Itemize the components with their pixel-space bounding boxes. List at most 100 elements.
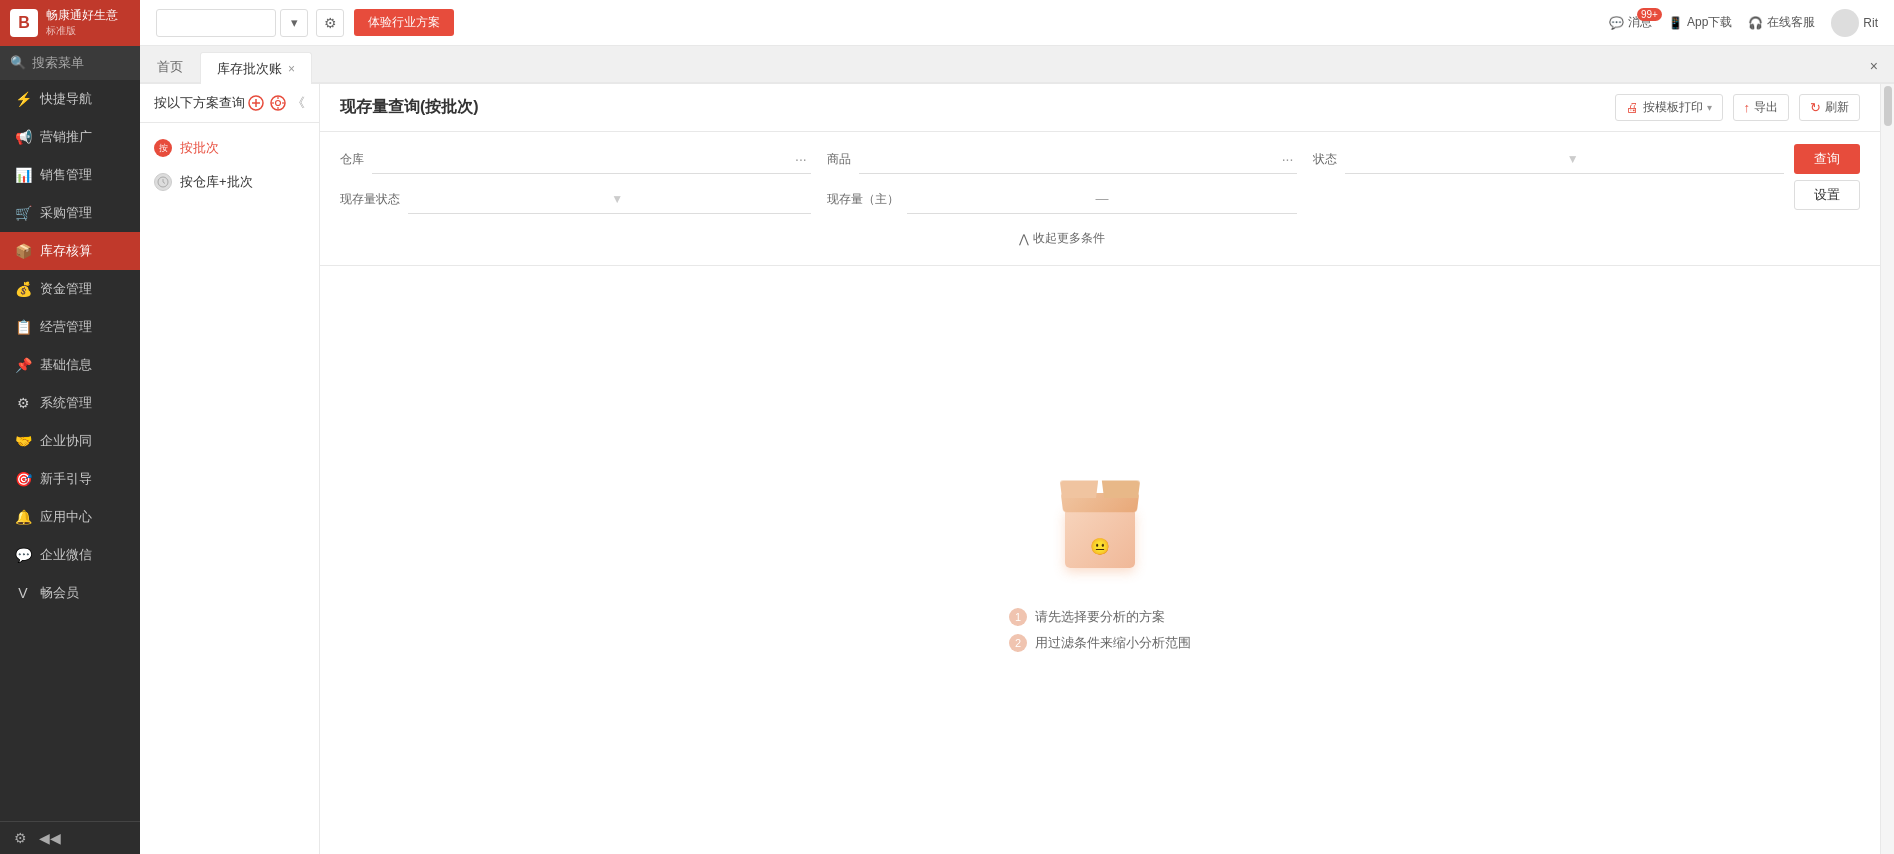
system-icon: ⚙ [14,394,32,412]
empty-state: 😐 1 请先选择要分析的方案 [320,266,1880,854]
sidebar-item-wechat[interactable]: 💬 企业微信 [0,536,140,574]
refresh-icon: ↻ [1810,100,1821,115]
sidebar-item-system[interactable]: ⚙ 系统管理 [0,384,140,422]
clock-icon [157,176,169,188]
hint-num-2: 2 [1009,634,1027,652]
left-panel-title: 按以下方案查询 [154,94,245,112]
by-warehouse-batch-icon [154,173,172,191]
range-separator: — [1096,191,1109,206]
print-btn[interactable]: 🖨 按模板打印 ▾ [1615,94,1723,121]
sidebar-item-label: 畅会员 [40,584,79,602]
empty-illustration: 😐 [1040,468,1160,588]
tab-close-icon[interactable]: × [288,62,295,76]
sidebar-item-guide[interactable]: 🎯 新手引导 [0,460,140,498]
status-label: 状态 [1313,151,1337,168]
sidebar-item-sales[interactable]: 📊 销售管理 [0,156,140,194]
export-btn[interactable]: ↑ 导出 [1733,94,1790,121]
experience-btn[interactable]: 体验行业方案 [354,9,454,36]
user-name: Rit [1863,16,1878,30]
sidebar-item-label: 基础信息 [40,356,92,374]
quick-nav-icon: ⚡ [14,90,32,108]
warehouse-input[interactable] [372,152,791,166]
sidebar-item-enterprise[interactable]: 🤝 企业协同 [0,422,140,460]
filter-warehouse: 仓库 ··· [340,144,811,174]
sidebar-item-quick-nav[interactable]: ⚡ 快捷导航 [0,80,140,118]
tab-batch-account[interactable]: 库存批次账 × [200,52,312,84]
export-label: 导出 [1754,99,1778,116]
product-input[interactable] [859,152,1278,166]
sidebar-item-label: 快捷导航 [40,90,92,108]
tab-close-right[interactable]: × [1854,50,1894,82]
plus-icon [248,95,264,111]
collapse-sidebar-icon[interactable]: ◀◀ [39,830,61,846]
sidebar-item-label: 库存核算 [40,242,92,260]
scheme-settings-btn[interactable] [270,95,286,111]
stock-qty-range: — [907,184,1298,214]
refresh-btn[interactable]: ↻ 刷新 [1799,94,1860,121]
sidebar-search[interactable]: 🔍 搜索菜单 [0,46,140,80]
warehouse-dots[interactable]: ··· [791,151,811,167]
left-panel-actions: 《 [248,94,305,112]
query-btn[interactable]: 查询 [1794,144,1860,174]
app-download-item[interactable]: 📱 App下载 [1668,14,1732,31]
collapse-more-btn[interactable]: ⋀ 收起更多条件 [340,224,1784,253]
warehouse-input-group: ··· [372,144,811,174]
left-panel-header: 按以下方案查询 [140,84,319,123]
topbar-dropdown-btn[interactable]: ▾ [280,9,308,37]
stock-qty-min-input[interactable] [915,192,1088,206]
user-avatar [1831,9,1859,37]
search-label: 搜索菜单 [32,54,84,72]
filter-stock-status: 现存量状态 ▼ [340,184,811,214]
topbar-right: 💬 消息 99+ 📱 App下载 🎧 在线客服 Rit [1609,9,1878,37]
add-scheme-btn[interactable] [248,95,264,111]
purchase-icon: 🛒 [14,204,32,222]
tab-home[interactable]: 首页 [140,50,200,82]
stock-qty-max-input[interactable] [1117,192,1290,206]
settings-bottom-icon[interactable]: ⚙ [14,830,27,846]
topbar-search-group: ▾ [156,9,308,37]
sidebar-item-purchase[interactable]: 🛒 采购管理 [0,194,140,232]
headset-icon: 🎧 [1748,16,1763,30]
stock-status-select[interactable]: ▼ [408,184,811,214]
sidebar-item-member[interactable]: V 畅会员 [0,574,140,612]
print-icon: 🖨 [1626,100,1639,115]
sidebar-item-label: 企业协同 [40,432,92,450]
product-dots[interactable]: ··· [1278,151,1298,167]
status-chevron-icon: ▼ [1567,152,1776,166]
query-settings-btns: 查询 设置 [1794,144,1860,210]
page-title: 现存量查询(按批次) [340,97,479,118]
member-icon: V [14,584,32,602]
by-batch-icon: 按 [154,139,172,157]
sidebar-item-inventory[interactable]: 📦 库存核算 [0,232,140,270]
sidebar-item-marketing[interactable]: 📢 营销推广 [0,118,140,156]
user-item[interactable]: Rit [1831,9,1878,37]
message-item[interactable]: 💬 消息 99+ [1609,14,1652,31]
empty-text: 1 请先选择要分析的方案 2 用过滤条件来缩小分析范围 [1009,608,1191,652]
message-icon: 💬 [1609,16,1624,30]
collapse-panel-btn[interactable]: 《 [292,94,305,112]
sidebar-item-basic-info[interactable]: 📌 基础信息 [0,346,140,384]
app-download-label: App下载 [1687,14,1732,31]
filter-row-2: 现存量状态 ▼ 现存量（主） [340,184,1784,214]
sidebar-item-label: 应用中心 [40,508,92,526]
settings-btn[interactable]: 设置 [1794,180,1860,210]
left-panel: 按以下方案查询 [140,84,320,854]
sidebar-item-app-center[interactable]: 🔔 应用中心 [0,498,140,536]
tab-batch-account-label: 库存批次账 [217,60,282,78]
sidebar-item-label: 新手引导 [40,470,92,488]
scheme-item-by-batch[interactable]: 按 按批次 [140,131,319,165]
sidebar-footer: ⚙ ◀◀ [0,821,140,854]
status-select[interactable]: ▼ [1345,144,1784,174]
sidebar-item-operations[interactable]: 📋 经营管理 [0,308,140,346]
product-input-group: ··· [859,144,1298,174]
filter-row-1: 仓库 ··· 商品 ··· [340,144,1784,174]
scheme-item-by-warehouse-batch[interactable]: 按仓库+批次 [140,165,319,199]
sidebar-item-finance[interactable]: 💰 资金管理 [0,270,140,308]
right-scrollbar[interactable] [1880,84,1894,854]
sidebar-item-label: 采购管理 [40,204,92,222]
app-name: 畅康通好生意 [46,8,118,24]
topbar-gear-btn[interactable]: ⚙ [316,9,344,37]
sidebar-item-label: 资金管理 [40,280,92,298]
topbar-search-input[interactable] [156,9,276,37]
online-service-item[interactable]: 🎧 在线客服 [1748,14,1815,31]
